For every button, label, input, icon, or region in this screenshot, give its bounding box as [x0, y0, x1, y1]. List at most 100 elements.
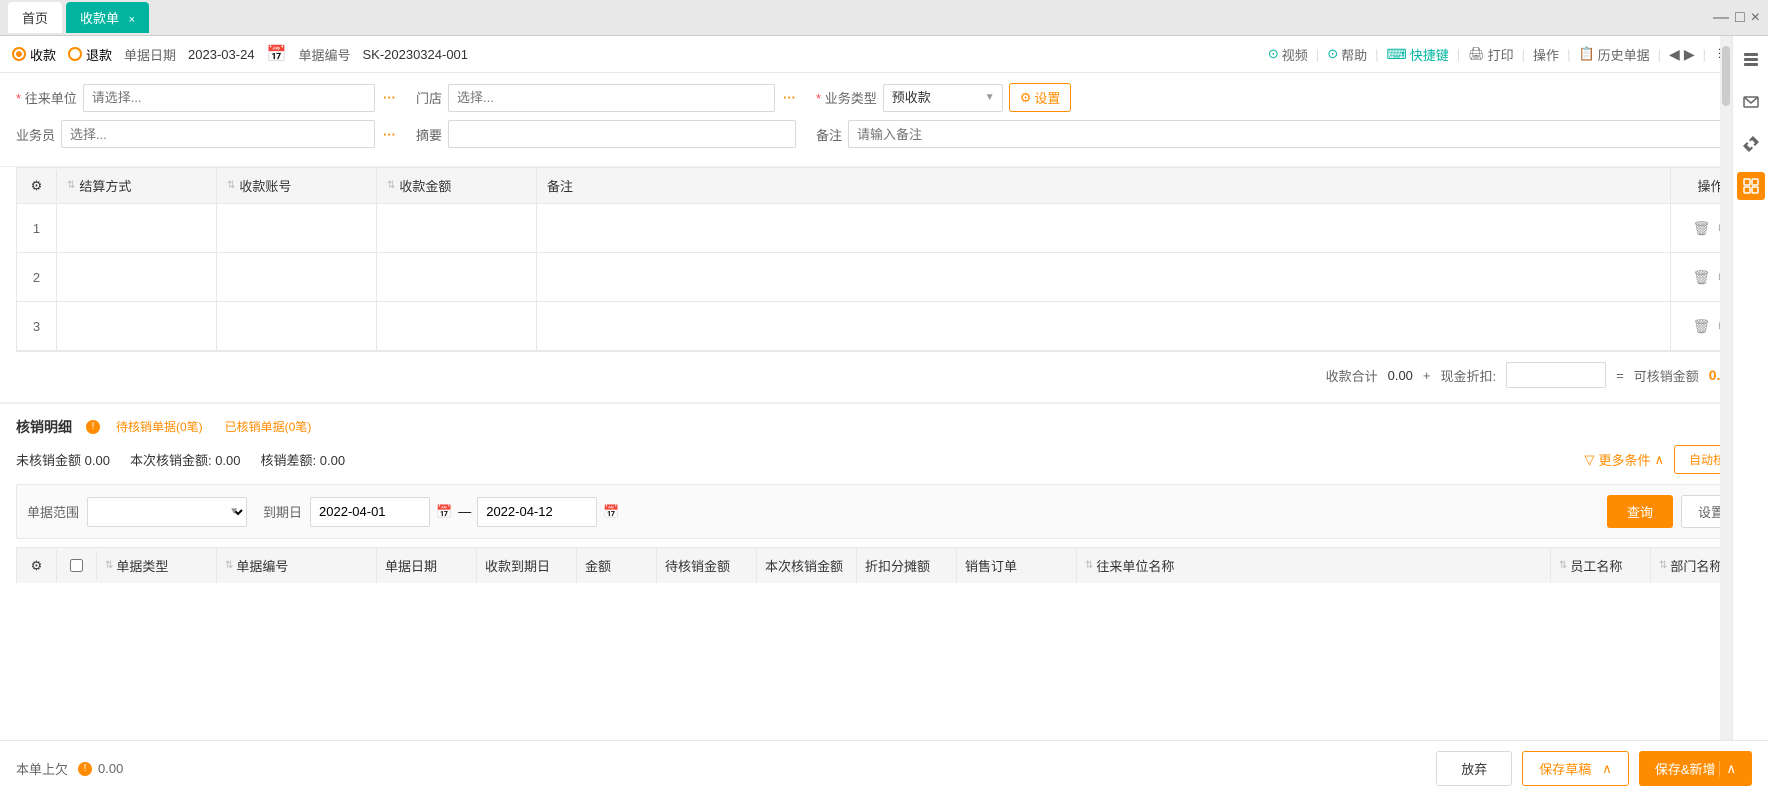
row2-delete-icon[interactable]: 🗑 [1693, 269, 1711, 286]
calendar-from-icon[interactable]: 📅 [436, 504, 452, 520]
sidebar-table-icon[interactable] [1737, 46, 1765, 74]
minimize-icon[interactable]: — [1713, 9, 1729, 27]
bottom-bar: 本单上欠 ! 0.00 放弃 保存草稿 ∧ 保存&新增 ∧ [0, 740, 1768, 796]
row2-num: 2 [17, 253, 57, 301]
th-account-label: 收款账号 [239, 176, 291, 195]
sidebar-link-icon[interactable] [1737, 130, 1765, 158]
bth-gear[interactable]: ⚙ [17, 550, 57, 582]
total-label: 收款合计 [1326, 366, 1378, 385]
date-to-input[interactable] [477, 497, 597, 527]
close-window-icon[interactable]: × [1751, 9, 1760, 27]
discount-input[interactable] [1506, 362, 1606, 388]
sidebar-mail-icon[interactable] [1737, 88, 1765, 116]
verify-info-icon: ! [86, 420, 100, 434]
row2-account[interactable] [217, 253, 377, 301]
row3-remark[interactable] [537, 302, 1671, 350]
query-button[interactable]: 查询 [1607, 495, 1673, 528]
business-type-select[interactable]: 预收款 [883, 84, 1003, 112]
staff-input[interactable] [61, 120, 375, 148]
next-icon[interactable]: ▶ [1684, 46, 1695, 63]
bth-type-label: 单据类型 [116, 556, 168, 575]
tab-bar: 首页 收款单 × — □ × [0, 0, 1768, 36]
tab-pending[interactable]: 待核销单据(0笔) [110, 416, 209, 437]
row2-settle[interactable] [57, 253, 217, 301]
video-btn[interactable]: ⊙ 视频 [1268, 45, 1308, 64]
business-type-field: * 业务类型 预收款 ▼ ⚙ 设置 [816, 83, 1752, 112]
right-sidebar [1732, 36, 1768, 796]
summary-input[interactable] [448, 120, 796, 148]
help-label: 帮助 [1341, 45, 1367, 64]
bth-check[interactable] [57, 551, 97, 580]
bth-amount-label: 金额 [585, 556, 611, 575]
shortcut-btn[interactable]: ⌨ 快捷键 [1387, 45, 1449, 64]
video-label: 视频 [1282, 45, 1308, 64]
scrollbar-thumb[interactable] [1722, 46, 1730, 106]
row3-delete-icon[interactable]: 🗑 [1693, 318, 1711, 335]
store-input[interactable] [448, 84, 775, 112]
print-btn[interactable]: 🖨 打印 [1468, 45, 1514, 64]
calendar-icon[interactable]: 📅 [267, 44, 287, 64]
abandon-button[interactable]: 放弃 [1436, 751, 1512, 786]
date-range-group: 📅 — 📅 [310, 497, 619, 527]
note-input[interactable] [848, 120, 1752, 148]
save-new-button[interactable]: 保存&新增 ∧ [1639, 751, 1752, 786]
row3-account[interactable] [217, 302, 377, 350]
sidebar-expand-icon[interactable] [1737, 172, 1765, 200]
bth-current: 本次核销金额 [757, 548, 857, 583]
history-label: 历史单据 [1598, 45, 1650, 64]
info-label: 本单上欠 [16, 759, 68, 778]
row1-settle[interactable] [57, 204, 217, 252]
bottom-table-header: ⚙ ⇅ 单据类型 ⇅ 单据编号 单据日期 收款到期日 金额 [16, 547, 1752, 583]
staff-ellipsis[interactable]: ··· [383, 127, 396, 142]
row1-remark[interactable] [537, 204, 1671, 252]
help-btn[interactable]: ⊙ 帮助 [1327, 45, 1367, 64]
row2-amount[interactable] [377, 253, 537, 301]
save-new-arrow-icon[interactable]: ∧ [1719, 761, 1736, 777]
maximize-icon[interactable]: □ [1735, 9, 1745, 27]
calendar-to-icon[interactable]: 📅 [603, 504, 619, 520]
operation-btn[interactable]: 操作 [1533, 45, 1559, 64]
bth-order: 销售订单 [957, 548, 1077, 583]
more-conditions-btn[interactable]: ▽ 更多条件 ∧ [1584, 450, 1664, 469]
partner-ellipsis[interactable]: ··· [383, 90, 396, 105]
bth-partner: ⇅ 往来单位名称 [1077, 548, 1551, 583]
bth-staff-label: 员工名称 [1570, 556, 1622, 575]
plus-sign: + [1423, 368, 1431, 383]
history-btn[interactable]: 📋 历史单据 [1578, 45, 1649, 64]
settings-button[interactable]: ⚙ 设置 [1009, 83, 1072, 112]
save-draft-button[interactable]: 保存草稿 ∧ [1522, 751, 1629, 786]
tab-collection[interactable]: 收款单 × [66, 2, 149, 33]
save-draft-group: 保存草稿 ∧ [1522, 751, 1629, 786]
date-from-input[interactable] [310, 497, 430, 527]
radio-refund[interactable]: 退款 [68, 45, 112, 64]
bth-order-label: 销售订单 [965, 556, 1017, 575]
table-row: 3 🗑 ⧉ [17, 302, 1751, 350]
th-gear[interactable]: ⚙ [17, 170, 57, 202]
th-amount: ⇅ 收款金额 [377, 168, 537, 203]
select-all-checkbox[interactable] [70, 559, 83, 572]
partner-input[interactable] [83, 84, 375, 112]
row1-delete-icon[interactable]: 🗑 [1693, 220, 1711, 237]
radio-collection[interactable]: 收款 [12, 45, 56, 64]
verify-title-area: 核销明细 ! 待核销单据(0笔) 已核销单据(0笔) [16, 416, 1752, 437]
form-row-2: 业务员 ··· 摘要 备注 [16, 120, 1752, 148]
row3-amount[interactable] [377, 302, 537, 350]
store-ellipsis[interactable]: ··· [783, 90, 796, 105]
table-section: ⚙ ⇅ 结算方式 ⇅ 收款账号 ⇅ 收款金额 备注 操作 1 [0, 167, 1768, 398]
tab-home[interactable]: 首页 [8, 2, 62, 33]
current-verify-label: 本次核销金额: 0.00 [130, 450, 241, 469]
row3-settle[interactable] [57, 302, 217, 350]
bottom-info-icon: ! [78, 762, 92, 776]
tab-close-icon[interactable]: × [129, 14, 135, 26]
range-select[interactable] [87, 497, 247, 527]
result-label: 可核销金额 [1634, 366, 1699, 385]
prev-icon[interactable]: ◀ [1669, 46, 1680, 63]
row2-remark[interactable] [537, 253, 1671, 301]
row1-amount[interactable] [377, 204, 537, 252]
bth-partner-label: 往来单位名称 [1096, 556, 1174, 575]
th-remark-label: 备注 [547, 176, 573, 195]
row1-account[interactable] [217, 204, 377, 252]
tab-done[interactable]: 已核销单据(0笔) [219, 416, 318, 437]
shortcut-label: 快捷键 [1410, 45, 1449, 64]
save-draft-arrow-icon[interactable]: ∧ [1595, 761, 1612, 777]
